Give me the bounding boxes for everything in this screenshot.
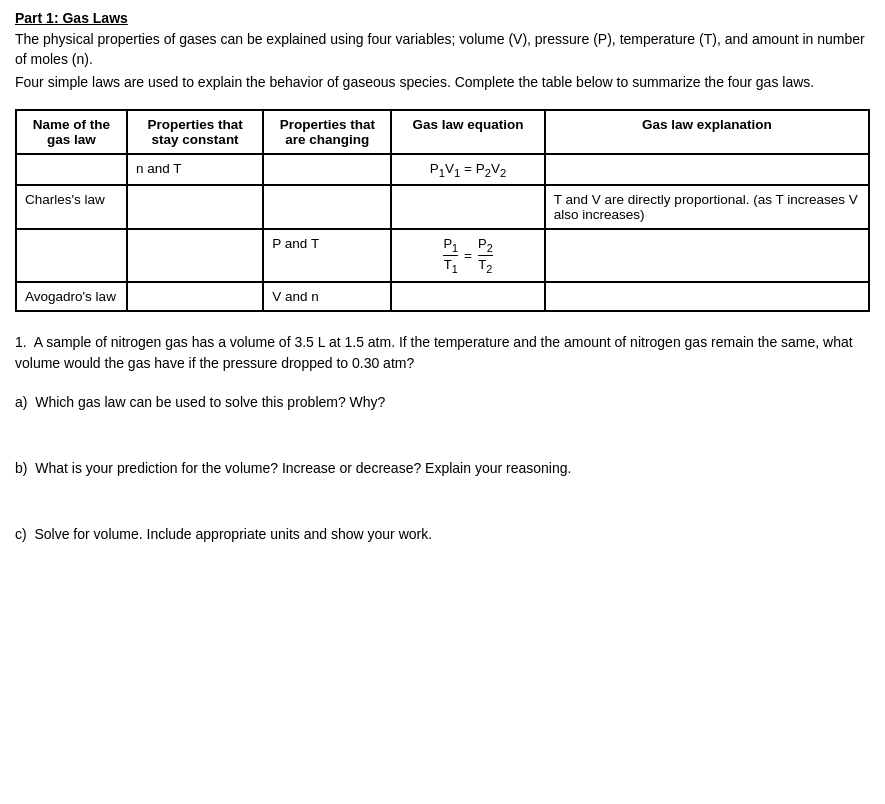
sub-a-label: a)	[15, 394, 27, 410]
header-constant: Properties that stay constant	[127, 110, 263, 154]
table-row-avogadro: Avogadro's law V and n	[16, 282, 869, 311]
row4-explanation	[545, 282, 869, 311]
sub-c-label: c)	[15, 526, 27, 542]
row2-changing	[263, 185, 391, 229]
sub-b-label: b)	[15, 460, 27, 476]
questions-section: 1. A sample of nitrogen gas has a volume…	[15, 332, 870, 542]
row3-constant	[127, 229, 263, 281]
table-row-gay-lussac: P and T P1 T1 = P2 T2	[16, 229, 869, 281]
sub-c-text: Solve for volume. Include appropriate un…	[34, 526, 432, 542]
row4-constant	[127, 282, 263, 311]
row4-changing: V and n	[263, 282, 391, 311]
page-title: Part 1: Gas Laws	[15, 10, 870, 26]
intro-paragraph-2: Four simple laws are used to explain the…	[15, 73, 870, 93]
row1-constant: n and T	[127, 154, 263, 186]
question-1-number: 1.	[15, 334, 27, 350]
sub-question-b: b) What is your prediction for the volum…	[15, 460, 870, 476]
row2-equation	[391, 185, 545, 229]
gas-laws-table: Name of the gas law Properties that stay…	[15, 109, 870, 312]
row2-constant	[127, 185, 263, 229]
header-equation: Gas law equation	[391, 110, 545, 154]
header-explanation: Gas law explanation	[545, 110, 869, 154]
sub-question-c: c) Solve for volume. Include appropriate…	[15, 526, 870, 542]
header-name: Name of the gas law	[16, 110, 127, 154]
row1-name	[16, 154, 127, 186]
sub-a-text: Which gas law can be used to solve this …	[35, 394, 385, 410]
table-row-charles: Charles's law T and V are directly propo…	[16, 185, 869, 229]
row2-explanation: T and V are directly proportional. (as T…	[545, 185, 869, 229]
header-changing: Properties that are changing	[263, 110, 391, 154]
row4-equation	[391, 282, 545, 311]
sub-b-text: What is your prediction for the volume? …	[35, 460, 571, 476]
row2-name: Charles's law	[16, 185, 127, 229]
row1-equation: P1V1 = P2V2	[391, 154, 545, 186]
row3-equation: P1 T1 = P2 T2	[391, 229, 545, 281]
gas-laws-table-container: Name of the gas law Properties that stay…	[15, 109, 870, 312]
question-1: 1. A sample of nitrogen gas has a volume…	[15, 332, 870, 374]
table-row-boyle: n and T P1V1 = P2V2	[16, 154, 869, 186]
row3-name	[16, 229, 127, 281]
row1-explanation	[545, 154, 869, 186]
row3-explanation	[545, 229, 869, 281]
sub-question-a: a) Which gas law can be used to solve th…	[15, 394, 870, 410]
row4-name: Avogadro's law	[16, 282, 127, 311]
row3-changing: P and T	[263, 229, 391, 281]
question-1-text: 1. A sample of nitrogen gas has a volume…	[15, 332, 870, 374]
row1-changing	[263, 154, 391, 186]
intro-paragraph-1: The physical properties of gases can be …	[15, 30, 870, 69]
